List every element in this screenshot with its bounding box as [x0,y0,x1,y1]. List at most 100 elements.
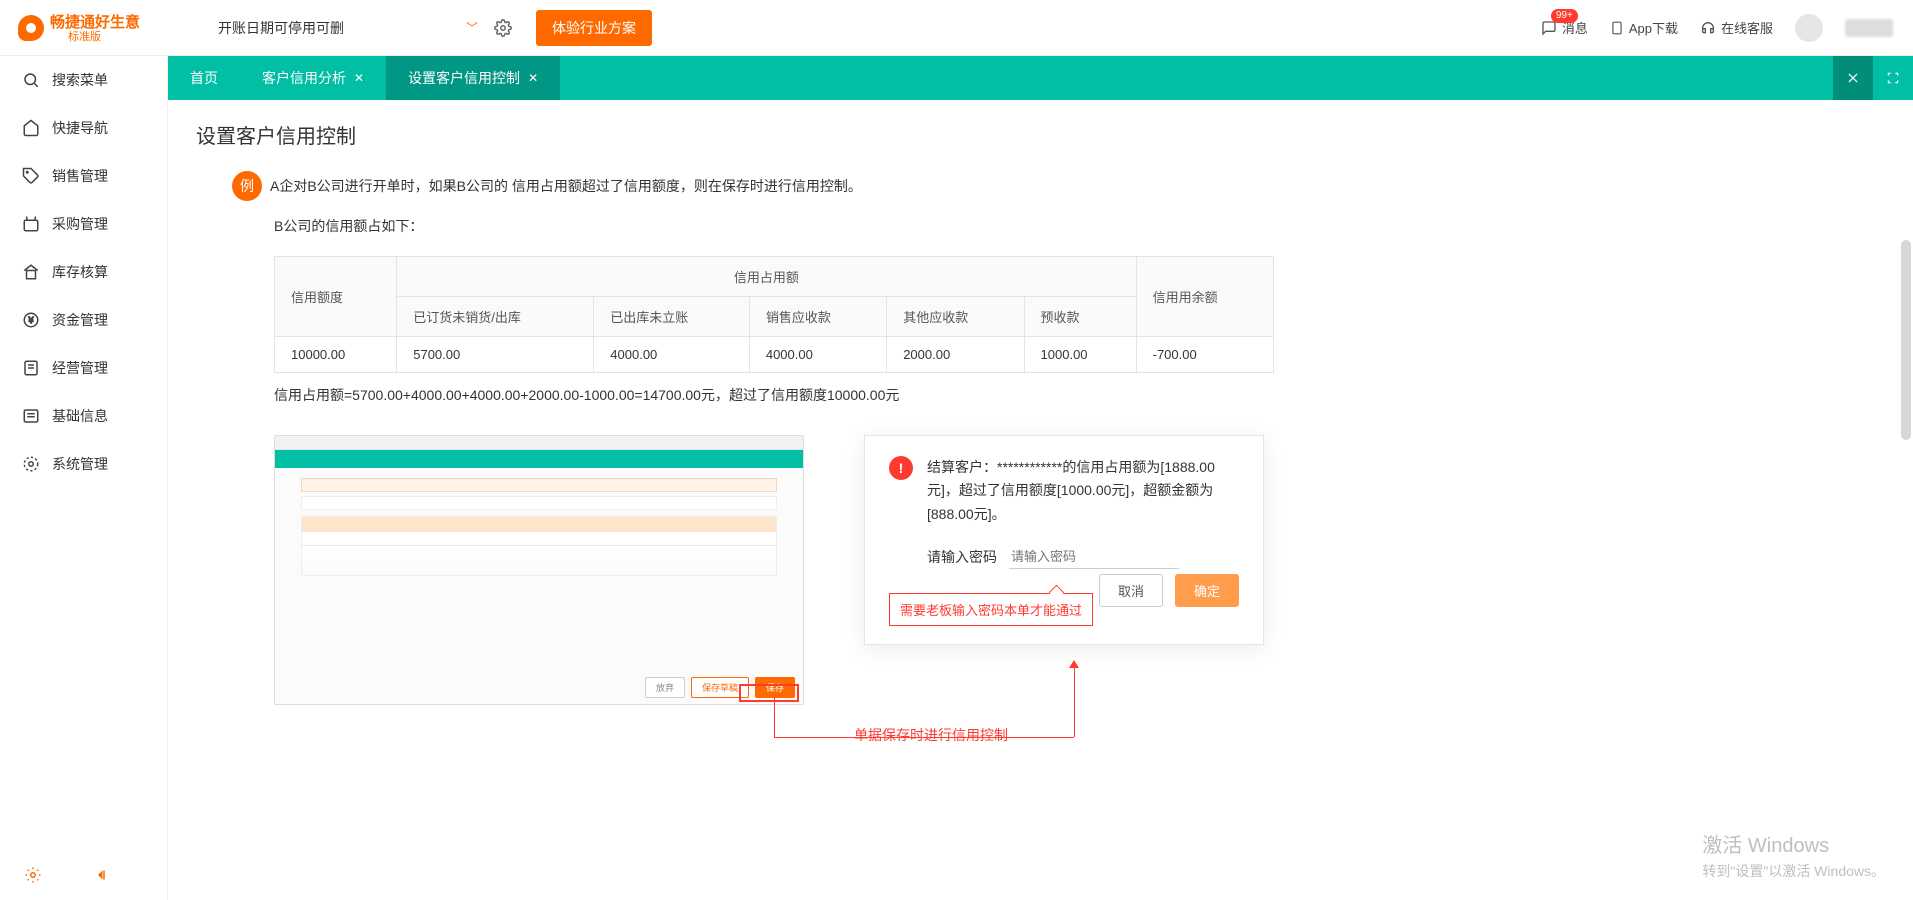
activate-line2: 转到"设置"以激活 Windows。 [1702,861,1885,882]
sidebar-item-quicknav[interactable]: 快捷导航 [0,104,167,152]
support-label: 在线客服 [1721,18,1773,37]
home-icon [22,119,40,137]
sidebar-label: 基础信息 [52,406,108,426]
tag-icon [22,167,40,185]
example-intro: A企对B公司进行开单时，如果B公司的 信用占用额超过了信用额度，则在保存时进行信… [270,173,862,200]
dialog-message: 结算客户：************的信用占用额为[1888.00元]，超过了信用… [927,456,1239,527]
list-icon [22,407,40,425]
sidebar-collapse-icon[interactable] [92,866,110,884]
sidebar-item-funds[interactable]: ¥ 资金管理 [0,296,167,344]
tab-label: 客户信用分析 [262,68,346,88]
account-selector[interactable]: 开账日期可停用可删 ﹀ [218,18,478,38]
tab-home[interactable]: 首页 [168,56,240,100]
search-icon [22,71,40,89]
tab-label: 设置客户信用控制 [408,68,520,88]
cell-sales: 4000.00 [749,336,886,372]
alert-icon: ! [889,456,913,480]
house-icon [22,263,40,281]
page-title: 设置客户信用控制 [196,120,1885,149]
tab-customer-credit-analysis[interactable]: 客户信用分析 ✕ [240,56,386,100]
sidebar-item-ops[interactable]: 经营管理 [0,344,167,392]
connector-caption: 单据保存时进行信用控制 [854,725,1008,745]
cell-balance: -700.00 [1136,336,1273,372]
app-download-label: App下载 [1629,18,1678,37]
page-content: 设置客户信用控制 例 A企对B公司进行开单时，如果B公司的 信用占用额超过了信用… [168,100,1913,900]
col-ordered-not-shipped: 已订货未销货/出库 [397,296,594,336]
windows-activate-watermark: 激活 Windows 转到"设置"以激活 Windows。 [1702,831,1885,882]
sidebar: 搜索菜单 快捷导航 销售管理 采购管理 库存核算 ¥ 资金管理 [0,56,168,900]
gear-icon2 [22,455,40,473]
close-icon[interactable]: ✕ [528,71,538,85]
tab-fullscreen-button[interactable] [1873,56,1913,100]
messages-badge: 99+ [1551,9,1578,23]
col-sales-receivable: 销售应收款 [749,296,886,336]
sidebar-item-search[interactable]: 搜索菜单 [0,56,167,104]
sidebar-item-sales[interactable]: 销售管理 [0,152,167,200]
col-group-occupied: 信用占用额 [397,256,1136,296]
sidebar-label: 快捷导航 [52,118,108,138]
messages-link[interactable]: 消息 99+ [1541,18,1588,37]
col-prepaid: 预收款 [1024,296,1136,336]
dialog-cancel-button[interactable]: 取消 [1099,574,1163,607]
password-label: 请输入密码 [927,547,997,567]
support-link[interactable]: 在线客服 [1700,18,1773,37]
scrollbar[interactable] [1901,240,1911,440]
sidebar-item-basic[interactable]: 基础信息 [0,392,167,440]
shot-discard-button: 放弃 [645,677,685,698]
doc-icon [22,359,40,377]
user-avatar[interactable] [1795,14,1823,42]
sidebar-label: 采购管理 [52,214,108,234]
cell-other: 2000.00 [887,336,1024,372]
cell-shipped: 4000.00 [594,336,750,372]
connector-line [1074,667,1075,737]
tab-label: 首页 [190,68,218,88]
app-download-link[interactable]: App下载 [1610,18,1678,37]
arrow-up-icon [1069,660,1079,668]
sidebar-label: 系统管理 [52,454,108,474]
sidebar-label: 销售管理 [52,166,108,186]
coin-icon: ¥ [22,311,40,329]
sidebar-label: 搜索菜单 [52,70,108,90]
dialog-note: 需要老板输入密码本单才能通过 [889,593,1093,626]
headset-icon [1700,20,1716,36]
cell-ordered: 5700.00 [397,336,594,372]
sidebar-label: 资金管理 [52,310,108,330]
col-credit-limit: 信用额度 [275,256,397,336]
password-input[interactable] [1009,545,1179,569]
sidebar-item-stock[interactable]: 库存核算 [0,248,167,296]
sidebar-item-system[interactable]: 系统管理 [0,440,167,488]
brand-logo: 畅捷通好生意 标准版 [0,11,158,44]
chevron-down-icon: ﹀ [466,19,478,36]
cell-credit-limit: 10000.00 [275,336,397,372]
brand-mark-icon [18,15,44,41]
experience-industry-button[interactable]: 体验行业方案 [536,10,652,46]
settings-gear-icon[interactable] [494,19,512,37]
tab-bar: 首页 客户信用分析 ✕ 设置客户信用控制 ✕ [168,56,1913,100]
sidebar-settings-icon[interactable] [24,866,42,884]
sidebar-item-purchase[interactable]: 采购管理 [0,200,167,248]
example-subtitle: B公司的信用额占如下： [274,213,1849,240]
col-other-receivable: 其他应收款 [887,296,1024,336]
activate-line1: 激活 Windows [1702,831,1885,861]
account-label: 开账日期可停用可删 [218,18,344,38]
col-shipped-not-posted: 已出库未立账 [594,296,750,336]
bag-icon [22,215,40,233]
credit-table: 信用额度 信用占用额 信用用余额 已订货未销货/出库 已出库未立账 销售应收款 … [274,256,1274,373]
user-name-redacted [1845,19,1893,37]
tab-close-all-button[interactable] [1833,56,1873,100]
brand-edition: 标准版 [68,28,140,44]
dialog-ok-button[interactable]: 确定 [1175,574,1239,607]
phone-icon [1610,20,1624,36]
credit-warning-dialog: ! 结算客户：************的信用占用额为[1888.00元]，超过了… [864,435,1264,645]
example-badge-icon: 例 [232,171,262,201]
tab-set-credit-control[interactable]: 设置客户信用控制 ✕ [386,56,560,100]
col-balance: 信用用余额 [1136,256,1273,336]
close-icon[interactable]: ✕ [354,71,364,85]
svg-text:¥: ¥ [28,316,34,325]
calc-text: 信用占用额=5700.00+4000.00+4000.00+2000.00-10… [274,385,1849,405]
sidebar-label: 库存核算 [52,262,108,282]
table-row: 10000.00 5700.00 4000.00 4000.00 2000.00… [275,336,1274,372]
sidebar-label: 经营管理 [52,358,108,378]
red-highlight-box [739,684,799,702]
cell-prepaid: 1000.00 [1024,336,1136,372]
